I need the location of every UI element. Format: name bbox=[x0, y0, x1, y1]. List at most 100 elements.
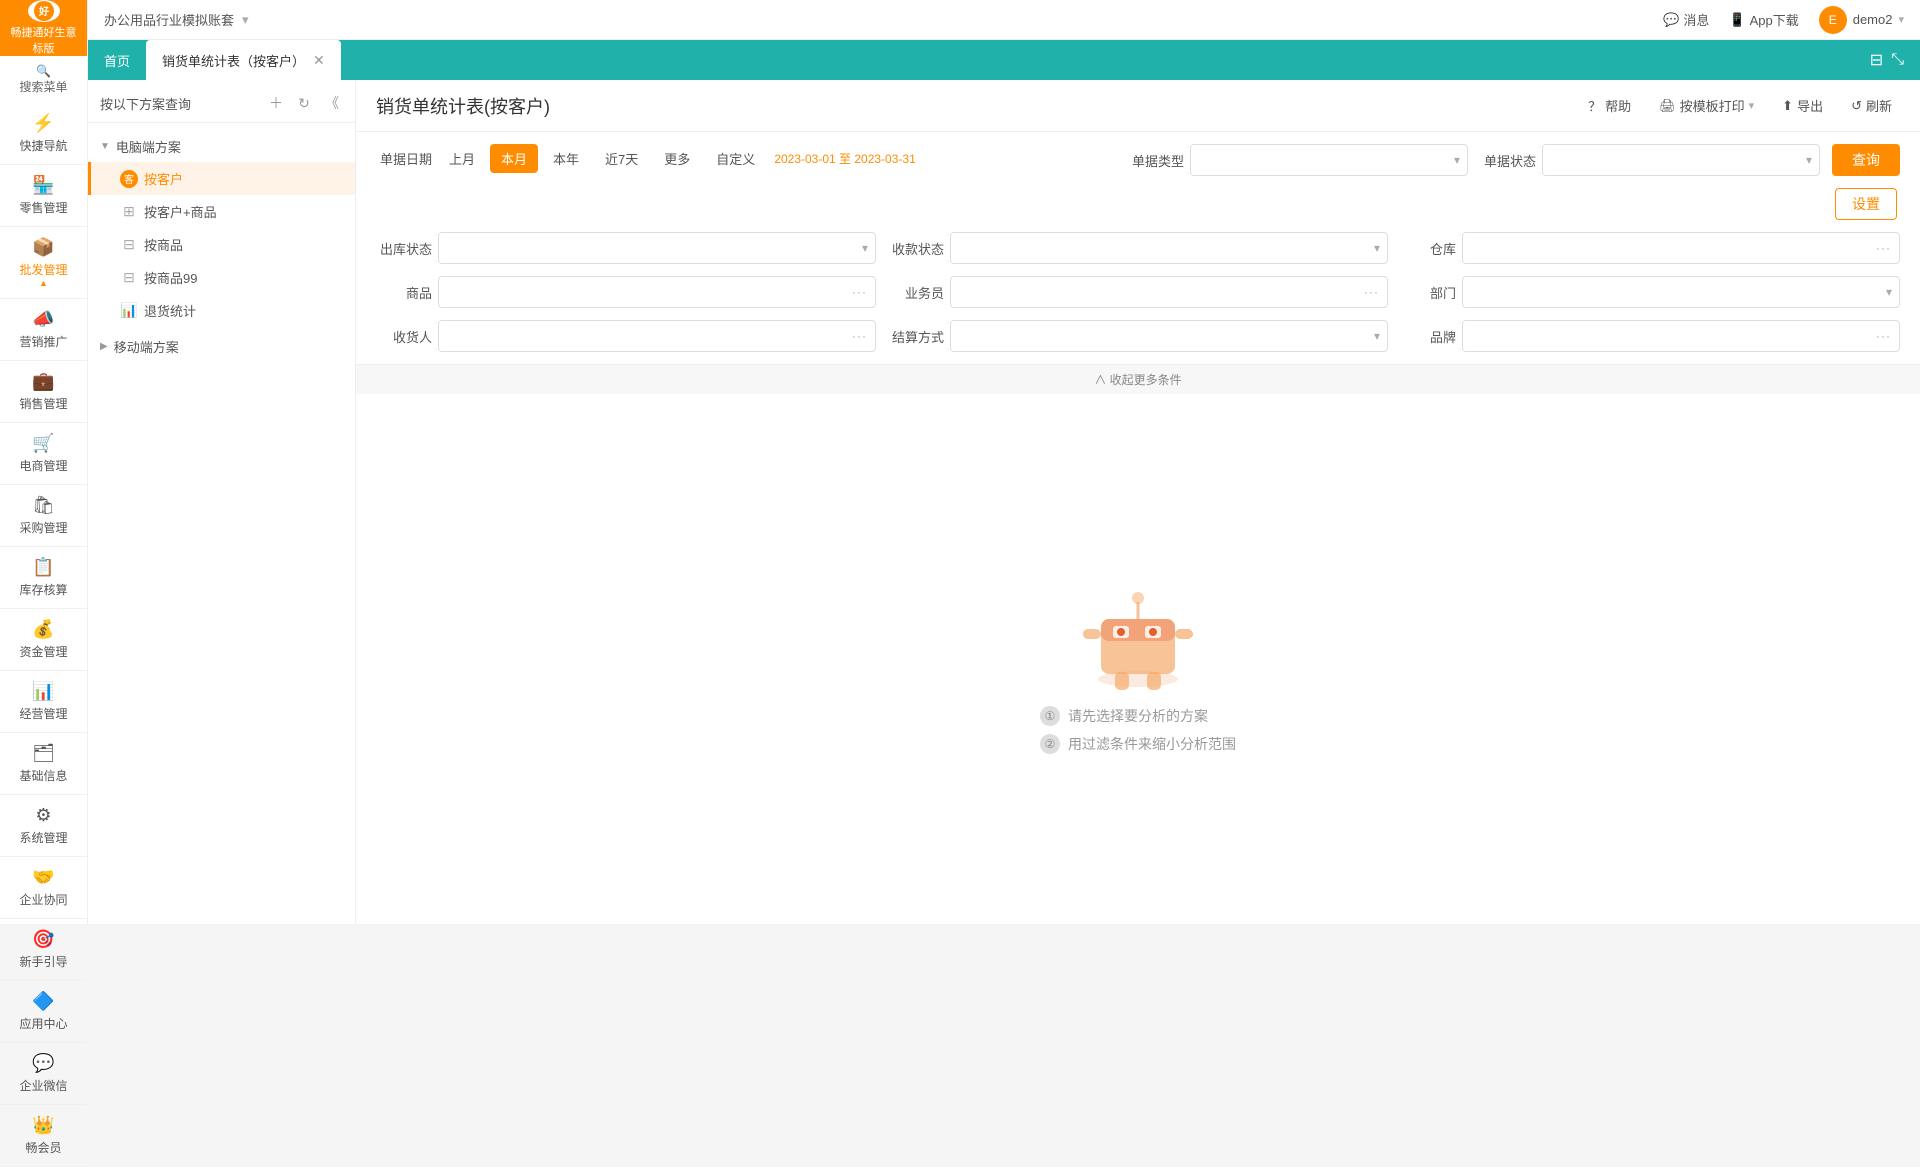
user-area[interactable]: E demo2 ▾ bbox=[1819, 6, 1904, 34]
collapse-label: ∧ 收起更多条件 bbox=[1094, 373, 1181, 387]
refresh-scheme-btn[interactable]: ↻ bbox=[293, 92, 315, 114]
tree-item-by-customer[interactable]: 客 按客户 bbox=[88, 162, 355, 195]
date-btn-more[interactable]: 更多 bbox=[653, 144, 701, 173]
salesperson-input[interactable]: ··· bbox=[950, 276, 1388, 308]
docstatus-select-wrapper[interactable] bbox=[1542, 144, 1820, 176]
sidebar-item-ecommerce[interactable]: 🛒 电商管理 bbox=[0, 423, 87, 485]
doctype-select-wrapper[interactable] bbox=[1190, 144, 1468, 176]
tab-home[interactable]: 首页 bbox=[88, 40, 146, 80]
print-btn[interactable]: 🖨 按模板打印 ▾ bbox=[1651, 92, 1762, 119]
tree-item-customer-goods[interactable]: ⊞ 按客户+商品 bbox=[88, 195, 355, 228]
help-btn[interactable]: ？ 帮助 bbox=[1580, 92, 1639, 119]
date-btn-7days[interactable]: 近7天 bbox=[594, 144, 649, 173]
doctype-select[interactable] bbox=[1190, 144, 1468, 176]
tree-item-by-goods[interactable]: ⊟ 按商品 bbox=[88, 228, 355, 261]
sidebar-item-system[interactable]: ⚙ 系统管理 bbox=[0, 795, 87, 857]
tree-group-mobile-header[interactable]: ▶ 移动端方案 bbox=[88, 331, 355, 362]
refresh-btn[interactable]: ↺ 刷新 bbox=[1843, 92, 1900, 119]
settlement-select[interactable] bbox=[950, 320, 1388, 352]
sidebar-item-marketing[interactable]: 📣 营销推广 bbox=[0, 299, 87, 361]
sidebar-item-purchase[interactable]: 🛍 采购管理 bbox=[0, 485, 87, 547]
docstatus-select[interactable] bbox=[1542, 144, 1820, 176]
avatar: E bbox=[1819, 6, 1847, 34]
department-select-wrapper[interactable] bbox=[1462, 276, 1900, 308]
warehouse-input[interactable]: ··· bbox=[1462, 232, 1900, 264]
collection-status-select-wrapper[interactable] bbox=[950, 232, 1388, 264]
sidebar-item-sales[interactable]: 💼 销售管理 bbox=[0, 361, 87, 423]
logo-icon: 好 bbox=[28, 0, 60, 22]
date-filter: 单据日期 上月 本月 本年 近7天 更多 自定义 2023-03-01 至 20… bbox=[376, 144, 1116, 173]
outbound-status-select-wrapper[interactable] bbox=[438, 232, 876, 264]
sidebar-item-operations[interactable]: 📊 经营管理 bbox=[0, 671, 87, 733]
sidebar-item-finance[interactable]: 💰 资金管理 bbox=[0, 609, 87, 671]
tree-item-goods99[interactable]: ⊟ 按商品99 bbox=[88, 261, 355, 294]
tab-bar: 首页 销货单统计表（按客户） ✕ ⊟ ⤡ bbox=[88, 40, 1920, 80]
expand-icon: ⤡ bbox=[1891, 51, 1904, 69]
sidebar-item-search[interactable]: 🔍 搜索菜单 bbox=[0, 56, 87, 103]
tree-group-desktop-header[interactable]: ▼ 电脑端方案 bbox=[88, 131, 355, 162]
receiver-input[interactable]: ··· bbox=[438, 320, 876, 352]
collection-status-select[interactable] bbox=[950, 232, 1388, 264]
right-content: 销货单统计表(按客户) ？ 帮助 🖨 按模板打印 ▾ ⬆ bbox=[356, 80, 1920, 924]
tree-group-mobile: ▶ 移动端方案 bbox=[88, 331, 355, 362]
outbound-status-select[interactable] bbox=[438, 232, 876, 264]
message-btn[interactable]: 💬 消息 bbox=[1663, 10, 1709, 29]
left-panel-actions: ＋ ↻ 《 bbox=[265, 92, 343, 114]
goods-input[interactable]: ··· bbox=[438, 276, 876, 308]
salesperson-dots-icon: ··· bbox=[1364, 285, 1379, 299]
sidebar-item-newbie[interactable]: 🎯 新手引导 bbox=[0, 919, 87, 981]
empty-illustration bbox=[1073, 564, 1203, 694]
breadcrumb-area: 办公用品行业模拟账套 ▾ bbox=[104, 10, 249, 29]
warehouse-dots-icon: ··· bbox=[1876, 241, 1891, 255]
tree-collapse-arrow: ▶ bbox=[100, 341, 108, 352]
date-btn-this-year[interactable]: 本年 bbox=[542, 144, 590, 173]
sidebar-item-wholesale[interactable]: 📦 批发管理 ▲ bbox=[0, 227, 87, 299]
collection-status-filter: 收款状态 bbox=[888, 232, 1388, 264]
sidebar-item-inventory[interactable]: 📋 库存核算 bbox=[0, 547, 87, 609]
settlement-select-wrapper[interactable] bbox=[950, 320, 1388, 352]
tab-close-icon[interactable]: ✕ bbox=[313, 52, 325, 69]
add-scheme-btn[interactable]: ＋ bbox=[265, 92, 287, 114]
goods-label: 商品 bbox=[376, 283, 432, 302]
svg-text:好: 好 bbox=[38, 5, 49, 18]
sidebar-item-basic[interactable]: 🗂 基础信息 bbox=[0, 733, 87, 795]
tab-sales-stat[interactable]: 销货单统计表（按客户） ✕ bbox=[146, 40, 341, 80]
department-select[interactable] bbox=[1462, 276, 1900, 308]
main-area: 办公用品行业模拟账套 ▾ 💬 消息 📱 App下载 E demo2 ▾ 首页 销… bbox=[88, 0, 1920, 924]
export-btn[interactable]: ⬆ 导出 bbox=[1774, 92, 1831, 119]
tree-group-mobile-label: 移动端方案 bbox=[114, 337, 179, 356]
settings-button[interactable]: 设置 bbox=[1835, 188, 1897, 220]
date-period-btns: 上月 本月 本年 近7天 更多 自定义 2023-03-01 至 2023-03… bbox=[438, 144, 916, 173]
date-btn-last-month[interactable]: 上月 bbox=[438, 144, 486, 173]
date-btn-this-month[interactable]: 本月 bbox=[490, 144, 538, 173]
left-panel: 按以下方案查询 ＋ ↻ 《 ▼ 电脑端方案 客 按客户 bbox=[88, 80, 356, 924]
download-icon: 📱 bbox=[1729, 12, 1745, 28]
query-button[interactable]: 查询 bbox=[1832, 144, 1900, 176]
breadcrumb-expand-icon[interactable]: ▾ bbox=[242, 12, 249, 28]
date-btn-custom[interactable]: 自定义 bbox=[705, 144, 766, 173]
collapse-panel-btn[interactable]: 《 bbox=[321, 92, 343, 114]
warehouse-label: 仓库 bbox=[1400, 239, 1456, 258]
brand-input[interactable]: ··· bbox=[1462, 320, 1900, 352]
settlement-label: 结算方式 bbox=[888, 327, 944, 346]
action-buttons: 查询 设置 bbox=[1832, 144, 1900, 220]
left-panel-title: 按以下方案查询 bbox=[100, 94, 191, 113]
tab-expand-btn[interactable]: ⊟ ⤡ bbox=[1862, 50, 1912, 70]
empty-tip-2: ② 用过滤条件来缩小分析范围 bbox=[1040, 734, 1236, 754]
tree-item-return-stat[interactable]: 📊 退货统计 bbox=[88, 294, 355, 327]
sidebar-item-enterprise[interactable]: 🤝 企业协同 bbox=[0, 857, 87, 919]
collection-status-label: 收款状态 bbox=[888, 239, 944, 258]
sidebar-item-retail[interactable]: 🏪 零售管理 bbox=[0, 165, 87, 227]
sidebar-item-appcenter[interactable]: 🔷 应用中心 bbox=[0, 981, 87, 1043]
sidebar-item-shortcut[interactable]: ⚡ 快捷导航 bbox=[0, 103, 87, 165]
warehouse-filter: 仓库 ··· bbox=[1400, 232, 1900, 264]
settlement-filter: 结算方式 bbox=[888, 320, 1388, 352]
receiver-filter: 收货人 ··· bbox=[376, 320, 876, 352]
sidebar-item-corpwechat[interactable]: 💬 企业微信 bbox=[0, 1043, 87, 1105]
header-actions: 💬 消息 📱 App下载 E demo2 ▾ bbox=[1663, 6, 1904, 34]
sidebar-item-vip[interactable]: 👑 畅会员 bbox=[0, 1105, 87, 1167]
export-icon: ⬆ bbox=[1782, 98, 1793, 114]
brand-dots-icon: ··· bbox=[1876, 329, 1891, 343]
app-download-btn[interactable]: 📱 App下载 bbox=[1729, 10, 1798, 29]
collapse-bar[interactable]: ∧ 收起更多条件 bbox=[356, 364, 1920, 394]
